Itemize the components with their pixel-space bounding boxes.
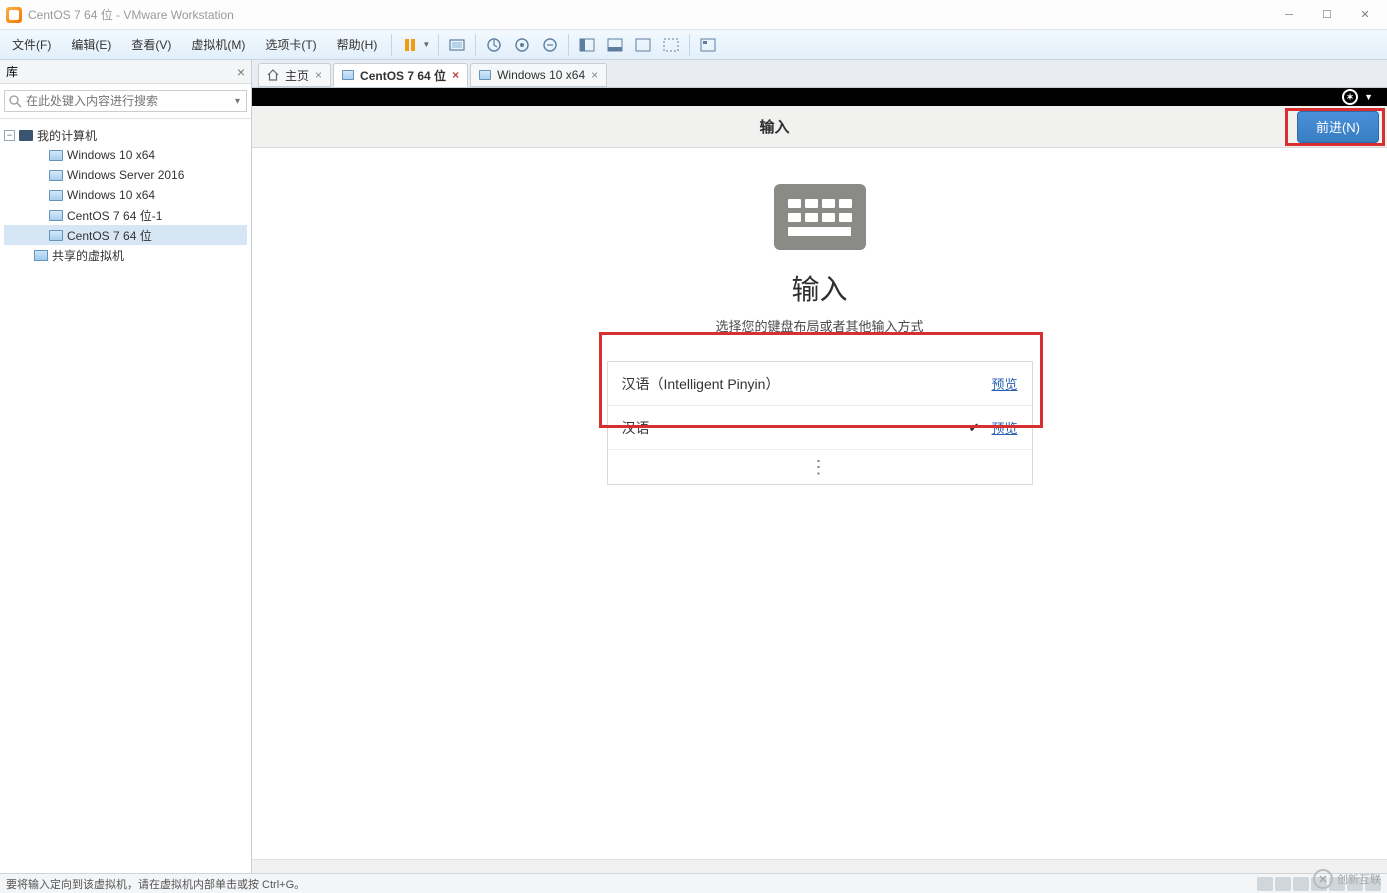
preview-link[interactable]: 预览 xyxy=(991,374,1017,393)
search-icon xyxy=(9,95,22,108)
vm-icon xyxy=(49,150,63,161)
snapshot-manager-button[interactable] xyxy=(509,33,535,57)
tab-centos[interactable]: CentOS 7 64 位 × xyxy=(333,63,468,87)
setup-subtitle: 选择您的键盘布局或者其他输入方式 xyxy=(715,316,923,335)
status-hint: 要将输入定向到该虚拟机，请在虚拟机内部单击或按 Ctrl+G。 xyxy=(6,876,305,892)
sidebar-title: 库 xyxy=(6,63,18,80)
setup-header-title: 输入 xyxy=(252,116,1297,137)
tree-vm-item-selected[interactable]: CentOS 7 64 位 xyxy=(4,225,247,245)
search-input[interactable] xyxy=(26,94,233,108)
menu-edit[interactable]: 编辑(E) xyxy=(61,30,121,60)
tree-vm-item[interactable]: Windows 10 x64 xyxy=(4,185,247,205)
tab-windows[interactable]: Windows 10 x64 × xyxy=(470,63,607,87)
preview-link[interactable]: 预览 xyxy=(991,418,1017,437)
device-icon[interactable] xyxy=(1293,877,1309,891)
horizontal-scrollbar[interactable] xyxy=(252,859,1387,873)
tree-vm-item[interactable]: CentOS 7 64 位-1 xyxy=(4,205,247,225)
device-icon[interactable] xyxy=(1257,877,1273,891)
close-button[interactable]: ✕ xyxy=(1359,9,1371,21)
pause-button[interactable] xyxy=(397,33,423,57)
tab-bar: 主页 × CentOS 7 64 位 × Windows 10 x64 × xyxy=(252,60,1387,88)
revert-button[interactable] xyxy=(537,33,563,57)
watermark-logo-icon: ✕ xyxy=(1313,869,1333,889)
more-options-button[interactable]: ⋮ xyxy=(608,450,1032,484)
sidebar-close-button[interactable]: × xyxy=(237,64,245,80)
tab-close-icon[interactable]: × xyxy=(591,68,598,82)
check-icon: ✔ xyxy=(969,420,980,436)
tab-close-icon[interactable]: × xyxy=(315,68,322,82)
statusbar: 要将输入定向到该虚拟机，请在虚拟机内部单击或按 Ctrl+G。 xyxy=(0,873,1387,893)
vm-console[interactable]: ✶ ▼ 输入 前进(N) 输入 选择您的键盘布局或者其他输入方式 xyxy=(252,88,1387,859)
menu-view[interactable]: 查看(V) xyxy=(121,30,181,60)
menu-file[interactable]: 文件(F) xyxy=(2,30,61,60)
tree-root-my-computer[interactable]: − 我的计算机 xyxy=(4,125,247,145)
thumbnail-button[interactable] xyxy=(695,33,721,57)
next-button[interactable]: 前进(N) xyxy=(1297,111,1379,143)
keyboard-icon xyxy=(774,184,866,250)
tree-vm-item[interactable]: Windows Server 2016 xyxy=(4,165,247,185)
computer-icon xyxy=(19,130,33,141)
window-title: CentOS 7 64 位 - VMware Workstation xyxy=(28,6,234,23)
vm-icon xyxy=(479,70,491,80)
menu-tabs[interactable]: 选项卡(T) xyxy=(255,30,326,60)
menubar: 文件(F) 编辑(E) 查看(V) 虚拟机(M) 选项卡(T) 帮助(H) ▼ xyxy=(0,30,1387,60)
tree-shared-vms[interactable]: 共享的虚拟机 xyxy=(4,245,247,265)
tab-close-icon[interactable]: × xyxy=(452,68,459,82)
home-icon xyxy=(267,69,279,81)
view-sidebar-button[interactable] xyxy=(574,33,600,57)
accessibility-icon[interactable]: ✶ xyxy=(1342,89,1358,105)
minimize-button[interactable]: ─ xyxy=(1283,9,1295,21)
send-keys-button[interactable] xyxy=(444,33,470,57)
snapshot-button[interactable] xyxy=(481,33,507,57)
input-option[interactable]: 汉语（Intelligent Pinyin） 预览 xyxy=(608,362,1032,406)
fullscreen-button[interactable] xyxy=(630,33,656,57)
library-sidebar: 库 × ▾ − 我的计算机 Windows 10 x64 Windows Ser… xyxy=(0,60,252,873)
topbar-dropdown-icon[interactable]: ▼ xyxy=(1364,92,1373,102)
gnome-topbar: ✶ ▼ xyxy=(252,88,1387,106)
unity-button[interactable] xyxy=(658,33,684,57)
window-titlebar: CentOS 7 64 位 - VMware Workstation ─ ☐ ✕ xyxy=(0,0,1387,30)
folder-icon xyxy=(34,250,48,261)
vm-icon xyxy=(49,210,63,221)
vm-icon xyxy=(342,70,354,80)
library-search[interactable]: ▾ xyxy=(4,90,247,112)
vm-icon xyxy=(49,190,63,201)
setup-title: 输入 xyxy=(791,268,847,308)
device-icon[interactable] xyxy=(1275,877,1291,891)
power-dropdown[interactable]: ▼ xyxy=(422,40,434,49)
view-console-button[interactable] xyxy=(602,33,628,57)
vm-icon xyxy=(49,170,63,181)
app-icon xyxy=(6,7,22,23)
vm-icon xyxy=(49,230,63,241)
setup-header: 输入 前进(N) xyxy=(252,106,1387,148)
tab-home[interactable]: 主页 × xyxy=(258,63,331,87)
menu-help[interactable]: 帮助(H) xyxy=(327,30,388,60)
maximize-button[interactable]: ☐ xyxy=(1321,9,1333,21)
tree-vm-item[interactable]: Windows 10 x64 xyxy=(4,145,247,165)
menu-vm[interactable]: 虚拟机(M) xyxy=(181,30,255,60)
input-option-selected[interactable]: 汉语 ✔ 预览 xyxy=(608,406,1032,450)
input-method-list: 汉语（Intelligent Pinyin） 预览 汉语 ✔ 预览 ⋮ xyxy=(607,361,1033,485)
watermark: ✕ 创新互联 xyxy=(1313,869,1381,889)
search-dropdown[interactable]: ▾ xyxy=(233,96,242,107)
